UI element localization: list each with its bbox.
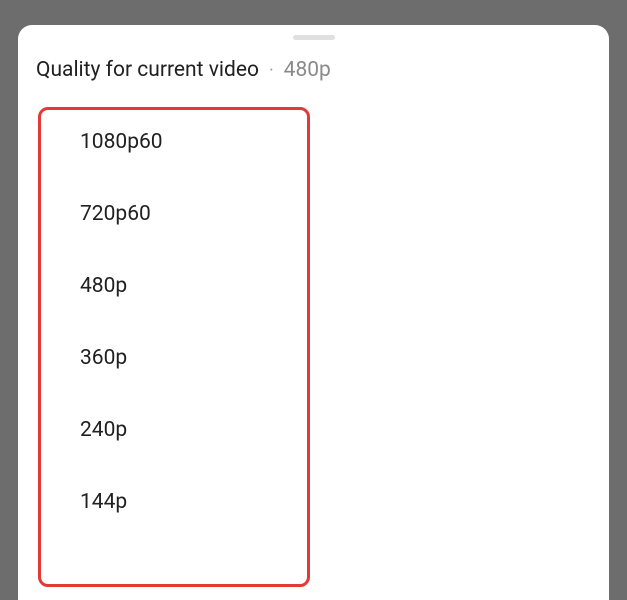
quality-options-list: 1080p60 720p60 480p 360p 240p 144p [18, 96, 609, 538]
sheet-header: Quality for current video · 480p [18, 58, 609, 96]
drag-handle[interactable] [293, 35, 335, 40]
quality-option-240p[interactable]: 240p [18, 394, 609, 466]
quality-option-720p60[interactable]: 720p60 [18, 178, 609, 250]
option-label: 360p [80, 346, 127, 370]
current-quality-value: 480p [284, 58, 331, 82]
option-label: 720p60 [80, 202, 151, 226]
dot-separator: · [269, 60, 274, 81]
option-label: 240p [80, 418, 127, 442]
option-label: 480p [80, 274, 127, 298]
quality-option-144p[interactable]: 144p [18, 466, 609, 538]
quality-option-1080p60[interactable]: 1080p60 [18, 106, 609, 178]
option-label: 1080p60 [80, 130, 163, 154]
quality-option-480p[interactable]: 480p [18, 250, 609, 322]
header-title: Quality for current video [36, 58, 259, 82]
quality-option-360p[interactable]: 360p [18, 322, 609, 394]
quality-selector-sheet: Quality for current video · 480p 1080p60… [18, 25, 609, 600]
option-label: 144p [80, 490, 127, 514]
